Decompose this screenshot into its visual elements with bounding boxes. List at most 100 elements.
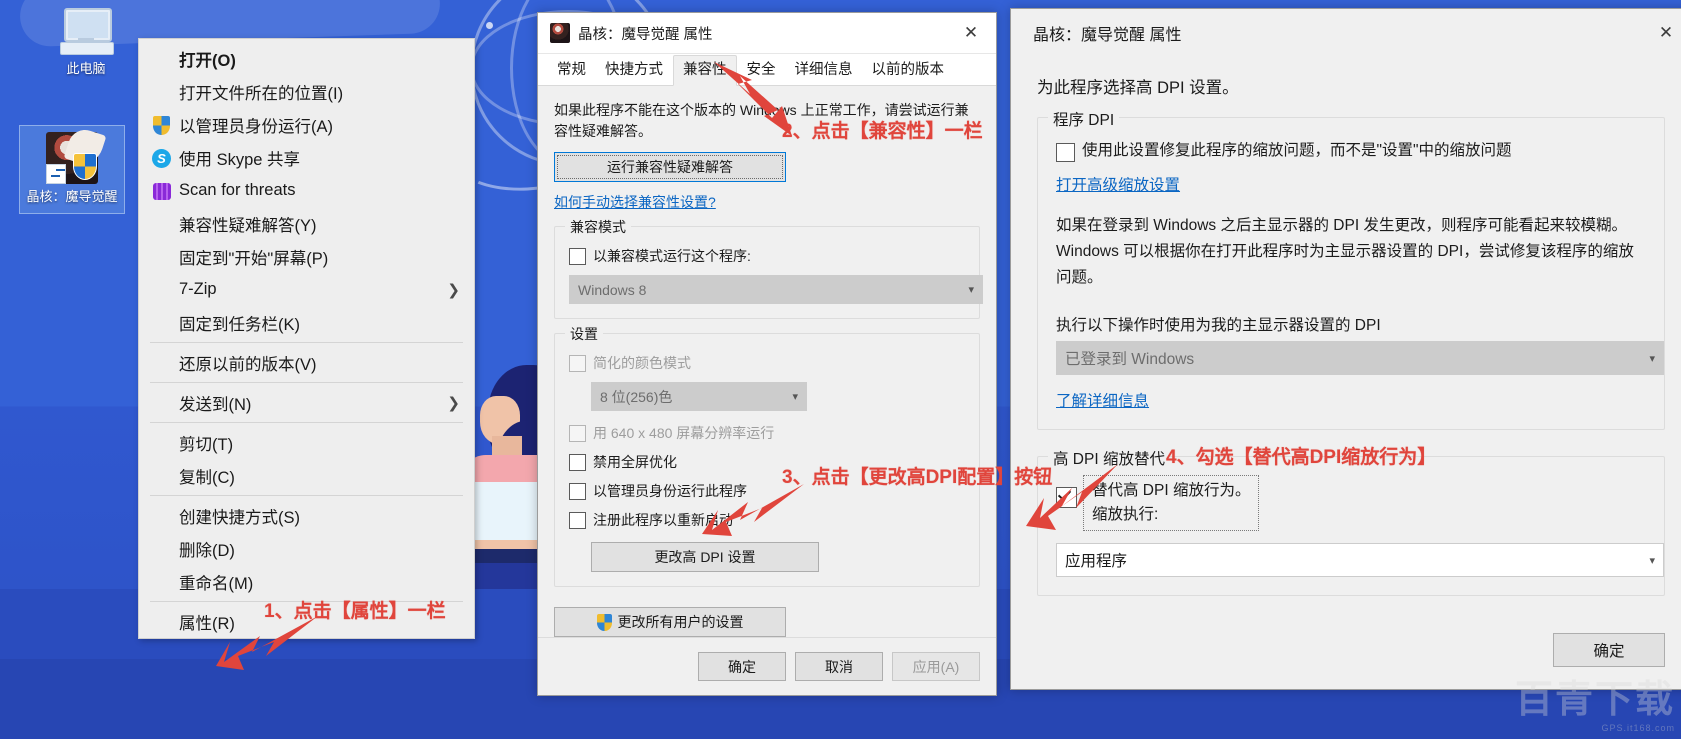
skype-icon	[149, 148, 175, 168]
chevron-right-icon: ❯	[447, 281, 460, 299]
menu-separator	[150, 382, 463, 383]
ok-button[interactable]: 确定	[698, 652, 786, 681]
menu-separator	[150, 422, 463, 423]
menu-item-share-with-skype[interactable]: 使用 Skype 共享	[139, 141, 474, 174]
no-icon	[149, 612, 175, 632]
color-depth-value: 8 位(256)色	[600, 388, 673, 405]
scaling-performed-by-select[interactable]: 应用程序 ▾	[1056, 543, 1664, 577]
reduced-color-mode-row[interactable]: 简化的颜色模式	[569, 353, 965, 373]
open-advanced-scaling-settings-link[interactable]: 打开高级缩放设置	[1056, 173, 1180, 195]
dpi-explanation-text: 如果在登录到 Windows 之后主显示器的 DPI 发生更改，则程序可能看起来…	[1056, 217, 1634, 286]
menu-item-copy[interactable]: 复制(C)	[139, 459, 474, 492]
change-high-dpi-settings-button[interactable]: 更改高 DPI 设置	[591, 542, 819, 572]
annotation-step-1: 1、点击【属性】一栏	[264, 601, 446, 622]
no-icon	[149, 433, 175, 453]
menu-item-pin-to-start[interactable]: 固定到"开始"屏幕(P)	[139, 240, 474, 273]
main-display-dpi-select[interactable]: 已登录到 Windows ▾	[1056, 341, 1664, 375]
dpi-dialog-title: 晶核：魔导觉醒 属性	[1033, 27, 1182, 44]
no-icon	[149, 280, 175, 300]
annotation-step-4: 4、勾选【替代高DPI缩放行为】	[1166, 447, 1437, 468]
menu-item-label: 使用 Skype 共享	[179, 150, 301, 169]
run-as-administrator-checkbox[interactable]	[569, 483, 586, 500]
menu-item-label: 删除(D)	[179, 541, 235, 560]
register-for-restart-checkbox[interactable]	[569, 512, 586, 529]
dpi-combo-caption: 执行以下操作时使用为我的主显示器设置的 DPI	[1056, 317, 1381, 334]
menu-item-label: 剪切(T)	[179, 435, 234, 454]
malwarebytes-icon	[149, 181, 175, 201]
run-in-compatibility-mode-row[interactable]: 以兼容模式运行这个程序:	[569, 246, 965, 266]
menu-item-7zip[interactable]: 7-Zip ❯	[139, 273, 474, 306]
menu-item-scan-for-threats[interactable]: Scan for threats	[139, 174, 474, 207]
shield-icon	[149, 115, 175, 135]
no-icon	[149, 572, 175, 592]
this-pc-icon	[60, 4, 114, 56]
cancel-button[interactable]: 取消	[795, 652, 883, 681]
tab-previous-versions[interactable]: 以前的版本	[863, 56, 954, 85]
close-icon[interactable]: ✕	[948, 17, 994, 49]
manual-compatibility-settings-link[interactable]: 如何手动选择兼容性设置?	[554, 192, 716, 212]
app-icon	[550, 23, 570, 43]
apply-button[interactable]: 应用(A)	[892, 652, 980, 681]
program-dpi-group: 程序 DPI 使用此设置修复此程序的缩放问题，而不是"设置"中的缩放问题 打开高…	[1037, 108, 1665, 430]
compatibility-pane: 如果此程序不能在这个版本的 Windows 上正常工作，请尝试运行兼容性疑难解答…	[538, 86, 996, 637]
run-in-compatibility-mode-label: 以兼容模式运行这个程序:	[593, 248, 751, 264]
menu-item-pin-to-taskbar[interactable]: 固定到任务栏(K)	[139, 306, 474, 339]
high-dpi-settings-dialog: 晶核：魔导觉醒 属性 ✕ 为此程序选择高 DPI 设置。 程序 DPI 使用此设…	[1010, 8, 1681, 690]
menu-item-label: 发送到(N)	[179, 395, 252, 414]
menu-item-delete[interactable]: 删除(D)	[139, 532, 474, 565]
dpi-override-group: 高 DPI 缩放替代 替代高 DPI 缩放行为。 缩放执行: 应用程序 ▾	[1037, 447, 1665, 596]
compatibility-mode-legend: 兼容模式	[565, 217, 631, 237]
tab-general[interactable]: 常规	[548, 56, 595, 85]
use-this-setting-checkbox[interactable]	[1056, 143, 1075, 162]
menu-item-cut[interactable]: 剪切(T)	[139, 426, 474, 459]
desktop-icon-label: 晶核：魔导觉醒	[26, 189, 118, 204]
settings-legend: 设置	[565, 324, 603, 344]
run-in-compatibility-mode-checkbox[interactable]	[569, 248, 586, 265]
main-display-dpi-value: 已登录到 Windows	[1065, 351, 1195, 368]
menu-item-compatibility-troubleshoot[interactable]: 兼容性疑难解答(Y)	[139, 207, 474, 240]
desktop-icon-game-shortcut[interactable]: 晶核：魔导觉醒	[19, 125, 125, 214]
dpi-ok-button[interactable]: 确定	[1553, 633, 1665, 667]
no-icon	[149, 539, 175, 559]
reduced-color-mode-checkbox[interactable]	[569, 355, 586, 372]
run-640x480-row[interactable]: 用 640 x 480 屏幕分辨率运行	[569, 423, 965, 443]
program-dpi-legend: 程序 DPI	[1048, 108, 1120, 130]
menu-item-label: 创建快捷方式(S)	[179, 508, 300, 527]
menu-item-label: 兼容性疑难解答(Y)	[179, 216, 317, 235]
color-depth-select[interactable]: 8 位(256)色 ▾	[591, 382, 807, 411]
no-icon	[149, 247, 175, 267]
menu-item-rename[interactable]: 重命名(M)	[139, 565, 474, 598]
menu-separator	[150, 342, 463, 343]
menu-item-send-to[interactable]: 发送到(N) ❯	[139, 386, 474, 419]
tab-shortcut[interactable]: 快捷方式	[596, 56, 672, 85]
menu-item-create-shortcut[interactable]: 创建快捷方式(S)	[139, 499, 474, 532]
settings-group: 设置 简化的颜色模式 8 位(256)色 ▾ 用 640 x 480 屏幕分辨率…	[554, 324, 980, 587]
menu-item-open-file-location[interactable]: 打开文件所在的位置(I)	[139, 75, 474, 108]
menu-item-run-as-administrator[interactable]: 以管理员身份运行(A)	[139, 108, 474, 141]
menu-item-label: 固定到"开始"屏幕(P)	[179, 249, 329, 268]
disable-fullscreen-optimizations-checkbox[interactable]	[569, 454, 586, 471]
reduced-color-mode-label: 简化的颜色模式	[593, 355, 691, 371]
scaling-performed-by-value: 应用程序	[1065, 553, 1128, 570]
desktop-icon-this-pc[interactable]: 此电脑	[34, 4, 138, 77]
dpi-dialog-heading: 为此程序选择高 DPI 设置。	[1037, 79, 1239, 97]
run-640x480-checkbox[interactable]	[569, 425, 586, 442]
use-this-setting-label: 使用此设置修复此程序的缩放问题，而不是"设置"中的缩放问题	[1082, 142, 1512, 159]
compatibility-mode-select[interactable]: Windows 8 ▾	[569, 275, 983, 304]
chevron-down-icon: ▾	[1649, 554, 1655, 567]
menu-item-restore-previous-versions[interactable]: 还原以前的版本(V)	[139, 346, 474, 379]
learn-more-link[interactable]: 了解详细信息	[1056, 389, 1149, 411]
game-shortcut-icon	[46, 125, 107, 184]
no-icon	[149, 82, 175, 102]
menu-item-open[interactable]: 打开(O)	[139, 42, 474, 75]
no-icon	[149, 466, 175, 486]
properties-dialog-title: 晶核：魔导觉醒 属性	[578, 26, 713, 43]
change-settings-for-all-users-button[interactable]: 更改所有用户的设置	[554, 607, 786, 637]
annotation-step-2: 2、点击【兼容性】一栏	[782, 121, 983, 142]
no-icon	[149, 214, 175, 234]
override-dpi-behavior-row[interactable]: 替代高 DPI 缩放行为。 缩放执行:	[1056, 475, 1646, 531]
close-icon[interactable]: ✕	[1643, 17, 1681, 49]
use-this-setting-row[interactable]: 使用此设置修复此程序的缩放问题，而不是"设置"中的缩放问题	[1056, 141, 1646, 162]
menu-item-label: 重命名(M)	[179, 574, 254, 593]
run-compatibility-troubleshooter-button[interactable]: 运行兼容性疑难解答	[554, 152, 786, 182]
